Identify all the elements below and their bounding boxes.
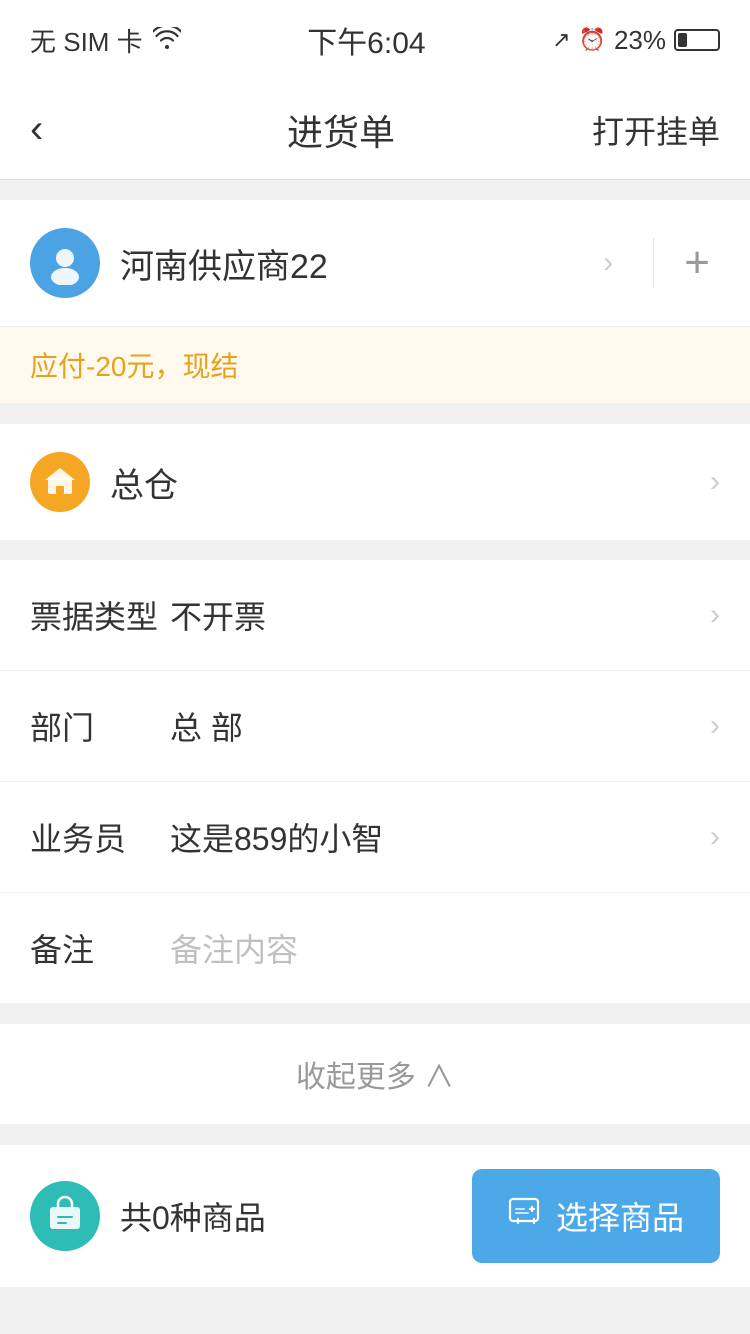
notice-text: 应付-20元，现结 <box>30 351 238 382</box>
department-chevron-icon: › <box>710 709 720 743</box>
salesperson-label: 业务员 <box>30 814 170 860</box>
remarks-label: 备注 <box>30 925 170 971</box>
product-count: 共0种商品 <box>120 1193 472 1239</box>
open-pending-button[interactable]: 打开挂单 <box>592 107 720 153</box>
back-button[interactable]: ‹ <box>30 107 90 152</box>
supplier-chevron-icon: › <box>603 246 613 280</box>
form-section: 票据类型 不开票 › 部门 总 部 › 业务员 这是859的小智 › 备注 备注… <box>0 560 750 1003</box>
supplier-avatar <box>30 228 100 298</box>
department-label: 部门 <box>30 703 170 749</box>
battery-icon <box>674 29 720 51</box>
status-right: ↗ ⏰ 23% <box>552 25 720 56</box>
remarks-input[interactable]: 备注内容 <box>170 925 720 971</box>
invoice-chevron-icon: › <box>710 598 720 632</box>
select-product-label: 选择商品 <box>556 1193 684 1239</box>
collapse-label: 收起更多 ∧ <box>296 1052 454 1096</box>
invoice-label: 票据类型 <box>30 592 170 638</box>
invoice-type-row[interactable]: 票据类型 不开票 › <box>0 560 750 671</box>
carrier-text: 无 SIM 卡 <box>30 22 143 59</box>
supplier-divider <box>653 238 654 288</box>
warehouse-row[interactable]: 总仓 › <box>0 424 750 540</box>
section-gap-2 <box>0 404 750 424</box>
status-bar: 无 SIM 卡 下午6:04 ↗ ⏰ 23% <box>0 0 750 80</box>
warehouse-name: 总仓 <box>110 458 700 507</box>
nav-bar: ‹ 进货单 打开挂单 <box>0 80 750 180</box>
remarks-row[interactable]: 备注 备注内容 <box>0 893 750 1003</box>
collapse-button[interactable]: 收起更多 ∧ <box>0 1023 750 1124</box>
status-left: 无 SIM 卡 <box>30 22 181 59</box>
salesperson-row[interactable]: 业务员 这是859的小智 › <box>0 782 750 893</box>
nav-title: 进货单 <box>287 104 395 156</box>
bottom-bar: 共0种商品 选择商品 <box>0 1144 750 1287</box>
location-icon: ↗ <box>552 27 570 53</box>
department-row[interactable]: 部门 总 部 › <box>0 671 750 782</box>
warehouse-icon <box>30 452 90 512</box>
select-product-button[interactable]: 选择商品 <box>472 1169 720 1263</box>
product-icon-wrap <box>30 1181 100 1251</box>
status-time: 下午6:04 <box>307 18 425 62</box>
invoice-value: 不开票 <box>170 592 700 638</box>
department-value: 总 部 <box>170 703 700 749</box>
salesperson-chevron-icon: › <box>710 820 720 854</box>
add-supplier-button[interactable]: + <box>674 238 720 288</box>
select-product-icon <box>508 1197 544 1235</box>
wifi-icon <box>153 25 181 56</box>
supplier-row[interactable]: 河南供应商22 › + 应付-20元，现结 <box>0 200 750 404</box>
section-gap-1 <box>0 180 750 200</box>
supplier-name: 河南供应商22 <box>120 239 603 288</box>
salesperson-value: 这是859的小智 <box>170 814 700 860</box>
notice-bar: 应付-20元，现结 <box>0 327 750 404</box>
battery-percent: 23% <box>614 25 666 56</box>
warehouse-chevron-icon: › <box>710 465 720 499</box>
alarm-icon: ⏰ <box>579 27 606 53</box>
